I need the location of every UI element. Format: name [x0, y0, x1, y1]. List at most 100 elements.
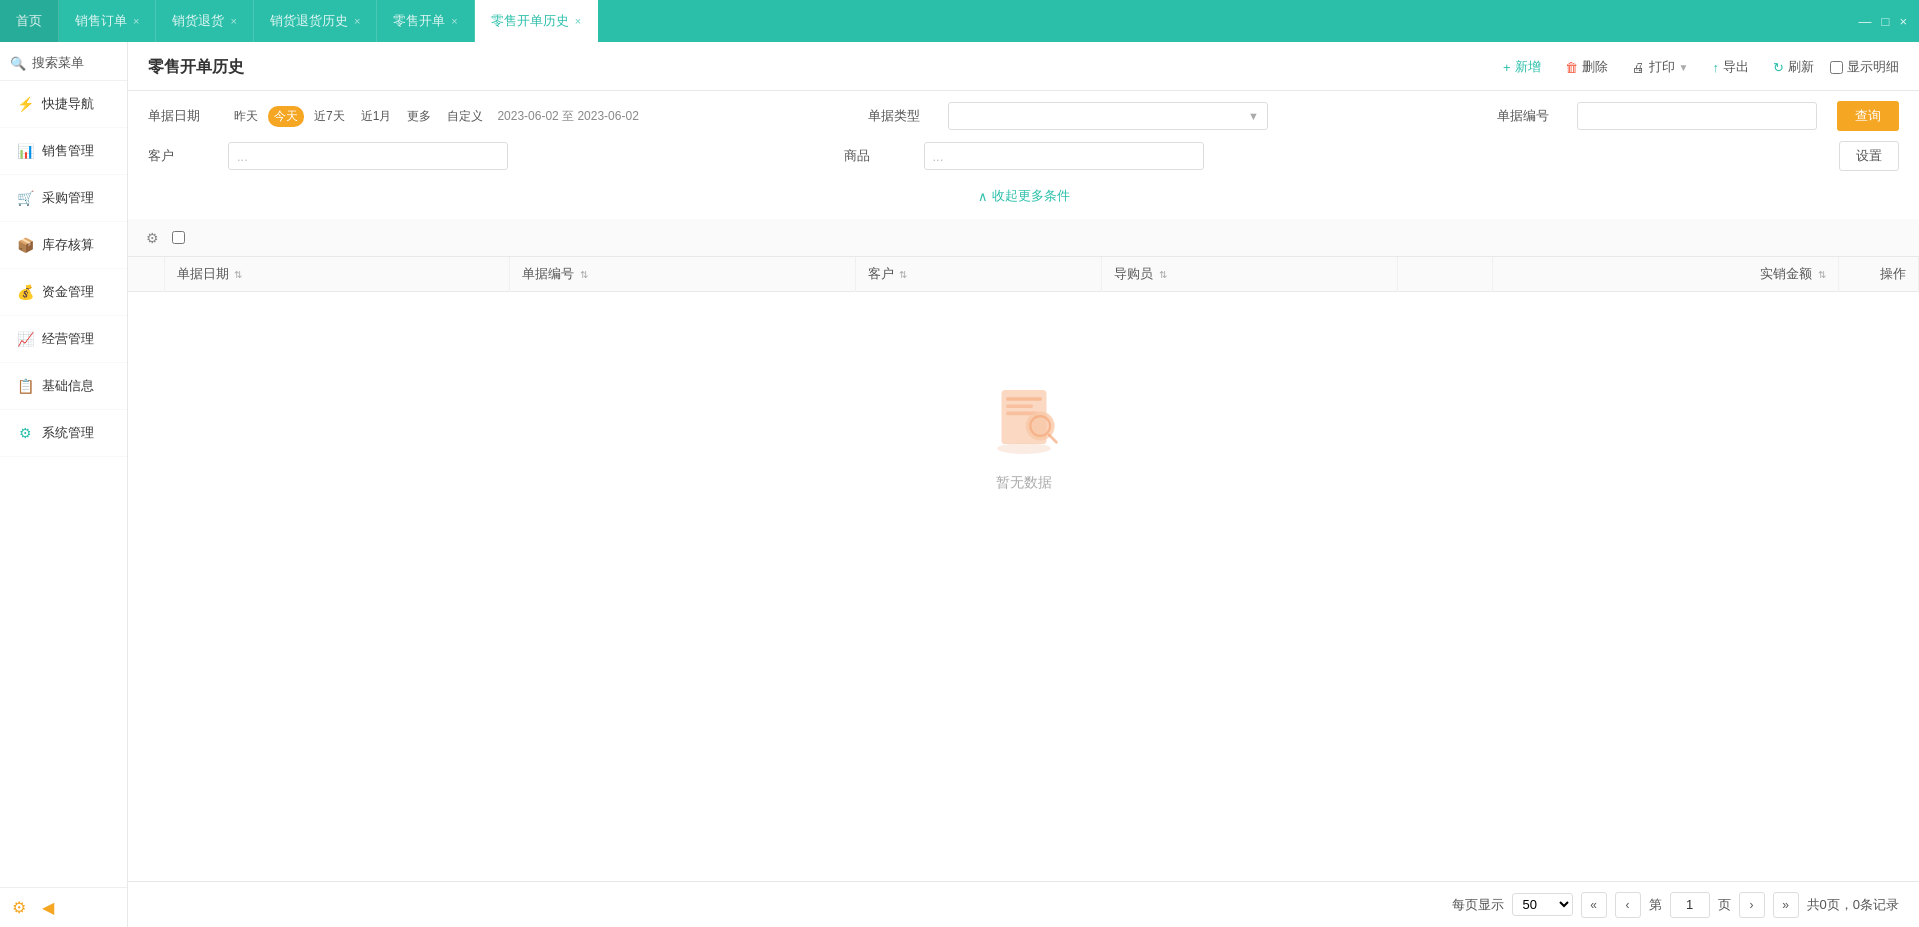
- empty-icon: [979, 372, 1069, 462]
- voucher-type-dropdown-icon: ▼: [1248, 110, 1259, 122]
- sidebar-item-finance[interactable]: 💰 资金管理: [0, 269, 127, 316]
- display-toggle-checkbox[interactable]: [1830, 61, 1843, 74]
- customer-select[interactable]: ...: [228, 142, 508, 170]
- sidebar-item-system[interactable]: ⚙ 系统管理: [0, 410, 127, 457]
- product-select[interactable]: ...: [924, 142, 1204, 170]
- tab-home[interactable]: 首页: [0, 0, 59, 42]
- print-dropdown-icon[interactable]: ▼: [1679, 62, 1689, 73]
- settings-bottom-icon[interactable]: ⚙: [12, 898, 26, 917]
- th-actions-label: 操作: [1880, 266, 1906, 281]
- tab-close-sales-return-history[interactable]: ×: [354, 15, 360, 27]
- sidebar-item-basic-info[interactable]: 📋 基础信息: [0, 363, 127, 410]
- select-all-checkbox[interactable]: [172, 231, 185, 244]
- toolbar-btns: + 新增 🗑 删除 🖨 打印 ▼ ↑ 导出: [1495, 54, 1899, 80]
- tab-close-retail-open-history[interactable]: ×: [575, 15, 581, 27]
- page-title-row: 零售开单历史 + 新增 🗑 删除 🖨 打印 ▼: [148, 54, 1899, 80]
- th-amount[interactable]: 实销金额 ⇅: [1493, 257, 1839, 292]
- next-page-btn[interactable]: ›: [1739, 892, 1765, 918]
- settings-button[interactable]: 设置: [1839, 141, 1899, 171]
- close-btn[interactable]: ×: [1899, 14, 1907, 29]
- th-spacer: [1398, 257, 1493, 292]
- th-no[interactable]: 单据编号 ⇅: [510, 257, 856, 292]
- per-page-select[interactable]: 50: [1512, 893, 1573, 916]
- filter-area: 单据日期 昨天 今天 近7天 近1月 更多 自定义 2023-06-02 至 2…: [128, 91, 1919, 219]
- delete-icon: 🗑: [1565, 60, 1578, 75]
- export-icon: ↑: [1713, 60, 1720, 75]
- sidebar-item-quick-nav[interactable]: ⚡ 快捷导航: [0, 81, 127, 128]
- date-opt-more[interactable]: 更多: [401, 106, 437, 127]
- delete-button[interactable]: 🗑 删除: [1557, 54, 1616, 80]
- maximize-btn[interactable]: □: [1882, 14, 1890, 29]
- prev-page-btn[interactable]: ‹: [1615, 892, 1641, 918]
- date-opt-1month[interactable]: 近1月: [355, 106, 398, 127]
- last-page-btn[interactable]: »: [1773, 892, 1799, 918]
- query-button[interactable]: 查询: [1837, 101, 1899, 131]
- per-page-label: 每页显示: [1452, 896, 1504, 914]
- collapse-label: 收起更多条件: [992, 187, 1070, 205]
- date-opt-yesterday[interactable]: 昨天: [228, 106, 264, 127]
- table-toolbar: ⚙: [128, 219, 1919, 257]
- collapse-more-btn[interactable]: ∧ 收起更多条件: [148, 181, 1899, 207]
- empty-state: 暂无数据: [128, 292, 1919, 552]
- voucher-no-input[interactable]: [1577, 102, 1817, 130]
- total-info: 共0页，0条记录: [1807, 896, 1899, 914]
- tab-close-sales-return[interactable]: ×: [230, 15, 236, 27]
- sidebar-item-inventory[interactable]: 📦 库存核算: [0, 222, 127, 269]
- voucher-no-label: 单据编号: [1497, 107, 1557, 125]
- tab-retail-open[interactable]: 零售开单 ×: [377, 0, 474, 42]
- tab-retail-open-history[interactable]: 零售开单历史 ×: [475, 0, 598, 42]
- print-icon: 🖨: [1632, 60, 1645, 75]
- tab-sales-order[interactable]: 销售订单 ×: [59, 0, 156, 42]
- print-button[interactable]: 🖨 打印 ▼: [1624, 54, 1697, 80]
- th-salesperson-sort[interactable]: ⇅: [1159, 269, 1167, 280]
- th-salesperson[interactable]: 导购员 ⇅: [1102, 257, 1398, 292]
- customer-label: 客户: [148, 147, 208, 165]
- sidebar-item-operations[interactable]: 📈 经营管理: [0, 316, 127, 363]
- date-range-display: 2023-06-02 至 2023-06-02: [497, 108, 638, 125]
- add-button[interactable]: + 新增: [1495, 54, 1549, 80]
- date-opt-custom[interactable]: 自定义: [441, 106, 489, 127]
- th-date-sort[interactable]: ⇅: [234, 269, 242, 280]
- collapse-sidebar-icon[interactable]: ◀: [42, 898, 54, 917]
- svg-rect-3: [1006, 404, 1033, 408]
- display-toggle[interactable]: 显示明细: [1830, 58, 1899, 76]
- sidebar-bottom: ⚙ ◀: [0, 887, 127, 927]
- th-date-label: 单据日期: [177, 266, 229, 281]
- voucher-type-select[interactable]: ▼: [948, 102, 1268, 130]
- export-button[interactable]: ↑ 导出: [1705, 54, 1758, 80]
- quick-nav-icon: ⚡: [16, 95, 34, 113]
- date-opt-7days[interactable]: 近7天: [308, 106, 351, 127]
- first-page-btn[interactable]: «: [1581, 892, 1607, 918]
- add-icon: +: [1503, 60, 1511, 75]
- tab-sales-return[interactable]: 销货退货 ×: [156, 0, 253, 42]
- svg-line-7: [1049, 435, 1056, 442]
- svg-rect-2: [1006, 397, 1042, 401]
- th-actions: 操作: [1839, 257, 1919, 292]
- minimize-btn[interactable]: —: [1859, 14, 1872, 29]
- th-amount-sort[interactable]: ⇅: [1818, 269, 1826, 280]
- th-amount-label: 实销金额: [1760, 266, 1812, 281]
- th-salesperson-label: 导购员: [1114, 266, 1153, 281]
- content-area: 零售开单历史 + 新增 🗑 删除 🖨 打印 ▼: [128, 42, 1919, 927]
- finance-icon: 💰: [16, 283, 34, 301]
- refresh-button[interactable]: ↻ 刷新: [1765, 54, 1822, 80]
- th-customer[interactable]: 客户 ⇅: [855, 257, 1101, 292]
- page-number-input[interactable]: [1670, 892, 1710, 918]
- export-label: 导出: [1723, 58, 1749, 76]
- tab-close-retail-open[interactable]: ×: [451, 15, 457, 27]
- sidebar-search[interactable]: 🔍 搜索菜单: [0, 42, 127, 81]
- tab-sales-return-history[interactable]: 销货退货历史 ×: [254, 0, 377, 42]
- inventory-icon: 📦: [16, 236, 34, 254]
- collapse-up-icon: ∧: [978, 189, 988, 204]
- date-opt-today[interactable]: 今天: [268, 106, 304, 127]
- sidebar-item-sales-mgmt[interactable]: 📊 销售管理: [0, 128, 127, 175]
- th-no-sort[interactable]: ⇅: [580, 269, 588, 280]
- th-date[interactable]: 单据日期 ⇅: [164, 257, 510, 292]
- th-customer-sort[interactable]: ⇅: [899, 269, 907, 280]
- sidebar-item-purchase-mgmt[interactable]: 🛒 采购管理: [0, 175, 127, 222]
- tab-bar: 首页 销售订单 × 销货退货 × 销货退货历史 × 零售开单 × 零售开单历史 …: [0, 0, 1919, 42]
- tab-close-sales-order[interactable]: ×: [133, 15, 139, 27]
- display-toggle-label: 显示明细: [1847, 58, 1899, 76]
- table-settings-btn[interactable]: ⚙: [140, 226, 164, 250]
- filter-row-1: 单据日期 昨天 今天 近7天 近1月 更多 自定义 2023-06-02 至 2…: [148, 101, 1899, 131]
